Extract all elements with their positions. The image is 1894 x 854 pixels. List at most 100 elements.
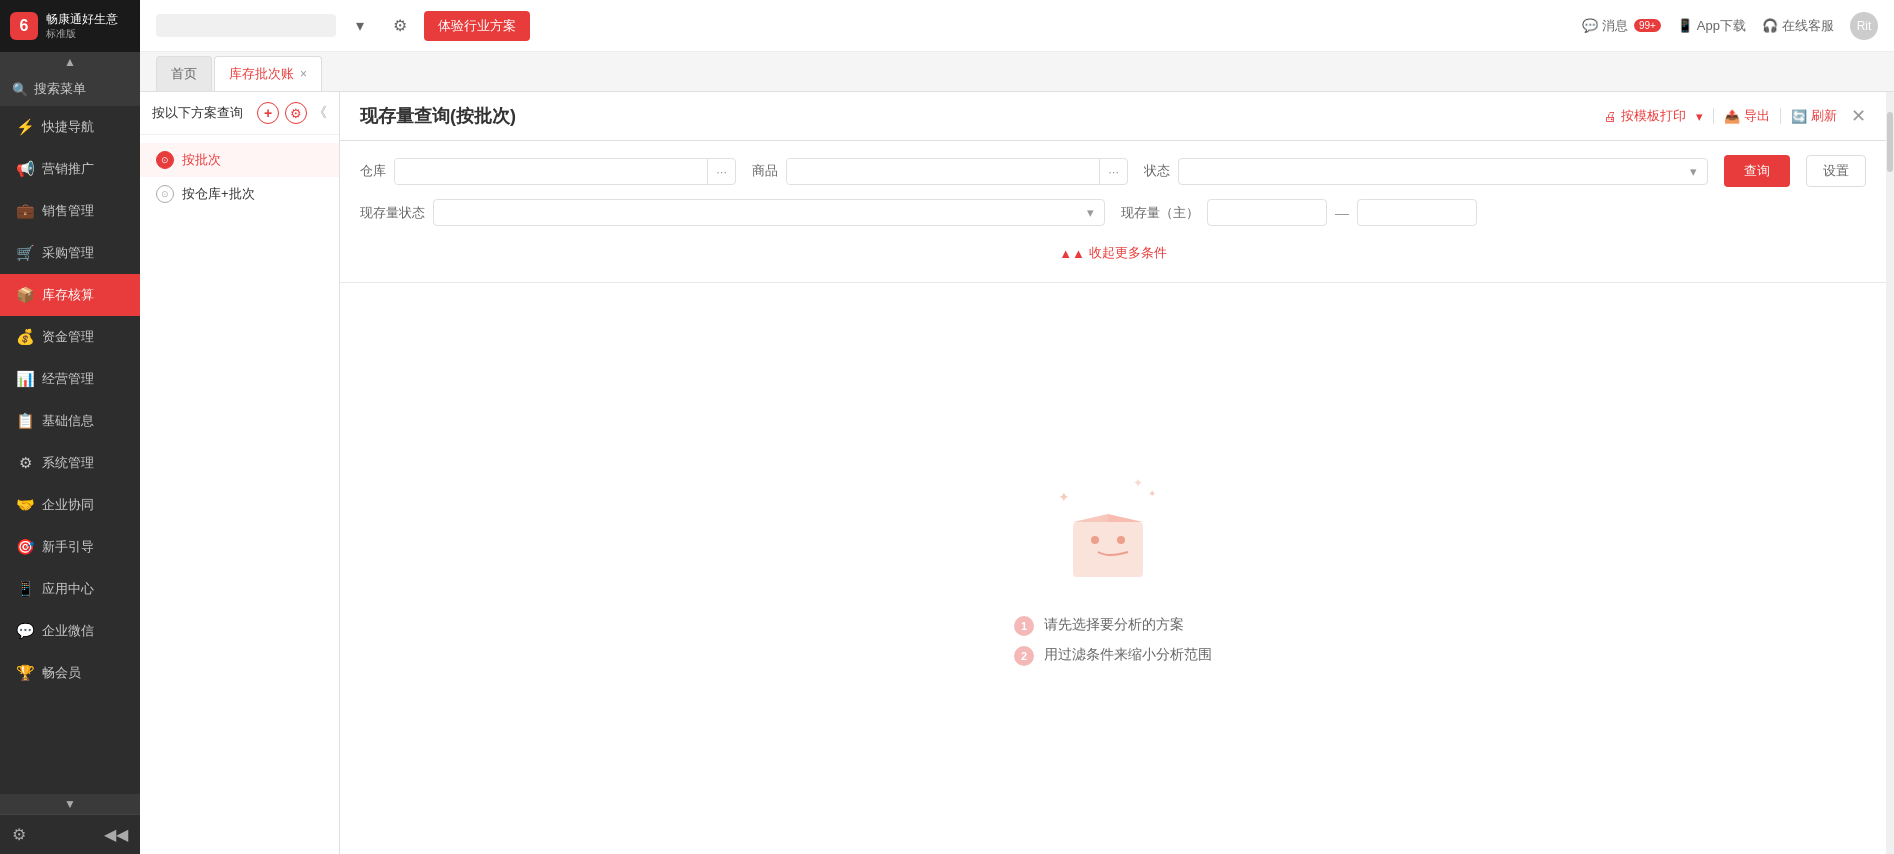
sidebar-item-quick-nav[interactable]: ⚡ 快捷导航 xyxy=(0,106,140,148)
sidebar-search[interactable]: 🔍 搜索菜单 xyxy=(0,72,140,106)
sidebar-scroll-up[interactable]: ▲ xyxy=(0,52,140,72)
refresh-icon: 🔄 xyxy=(1791,109,1807,124)
member-icon: 🏆 xyxy=(16,664,34,682)
message-icon: 💬 xyxy=(1582,18,1598,33)
warehouse-input[interactable] xyxy=(395,159,707,184)
collapse-panel-button[interactable]: 《 xyxy=(313,104,327,122)
left-panel-title: 按以下方案查询 xyxy=(152,104,243,122)
message-badge: 99+ xyxy=(1634,19,1661,32)
breadcrumb-input[interactable] xyxy=(156,14,336,37)
settings-button[interactable]: 设置 xyxy=(1806,155,1866,187)
refresh-button[interactable]: 🔄 刷新 xyxy=(1791,107,1837,125)
gear-icon[interactable]: ⚙ xyxy=(384,10,416,42)
sidebar-item-enterprise[interactable]: 🤝 企业协同 xyxy=(0,484,140,526)
filter-row-1: 仓库 ··· 商品 ··· 状态 xyxy=(360,155,1866,187)
product-filter-group: 商品 ··· xyxy=(752,158,1128,185)
stock-qty-dash: — xyxy=(1335,205,1349,221)
tab-home[interactable]: 首页 xyxy=(156,56,212,91)
experience-button[interactable]: 体验行业方案 xyxy=(424,11,530,41)
sidebar-header: 6 畅康通好生意 标准版 xyxy=(0,0,140,52)
scheme-list: ⊙ 按批次 ⊙ 按仓库+批次 xyxy=(140,135,339,219)
divider-1 xyxy=(1713,108,1714,124)
top-header: ▾ ⚙ 体验行业方案 💬 消息 99+ 📱 App下载 🎧 在线客服 Rit xyxy=(140,0,1894,52)
close-page-button[interactable]: ✕ xyxy=(1851,105,1866,127)
app-title: 畅康通好生意 标准版 xyxy=(46,11,118,42)
print-dropdown-icon[interactable]: ▾ xyxy=(1696,109,1703,124)
sidebar: 6 畅康通好生意 标准版 ▲ 🔍 搜索菜单 ⚡ 快捷导航 📢 营销推广 💼 销售… xyxy=(0,0,140,854)
warehouse-input-wrapper: ··· xyxy=(394,158,736,185)
collapse-sidebar-icon[interactable]: ◀◀ xyxy=(104,825,128,844)
user-avatar: Rit xyxy=(1850,12,1878,40)
query-button[interactable]: 查询 xyxy=(1724,155,1790,187)
page-title: 现存量查询(按批次) xyxy=(360,104,516,128)
collapse-filter-button[interactable]: ▲▲ 收起更多条件 xyxy=(360,238,1866,268)
list-item-by-warehouse-batch[interactable]: ⊙ 按仓库+批次 xyxy=(140,177,339,211)
scheme-settings-button[interactable]: ⚙ xyxy=(285,102,307,124)
svg-marker-2 xyxy=(1108,514,1143,522)
sidebar-item-marketing[interactable]: 📢 营销推广 xyxy=(0,148,140,190)
svg-point-4 xyxy=(1117,536,1125,544)
guide-icon: 🎯 xyxy=(16,538,34,556)
filter-area: 仓库 ··· 商品 ··· 状态 xyxy=(340,141,1886,283)
user-profile[interactable]: Rit xyxy=(1850,12,1878,40)
sidebar-item-basic[interactable]: 📋 基础信息 xyxy=(0,400,140,442)
tab-close-icon[interactable]: × xyxy=(300,68,307,80)
download-icon: 📱 xyxy=(1677,18,1693,33)
sidebar-item-finance[interactable]: 💰 资金管理 xyxy=(0,316,140,358)
search-icon: 🔍 xyxy=(12,82,28,97)
batch-scheme-icon: ⊙ xyxy=(156,151,174,169)
product-input-wrapper: ··· xyxy=(786,158,1128,185)
tab-inventory-batch[interactable]: 库存批次账 × xyxy=(214,56,322,91)
online-service-action[interactable]: 🎧 在线客服 xyxy=(1762,17,1834,35)
step-2-num: 2 xyxy=(1014,646,1034,666)
svg-marker-1 xyxy=(1073,514,1108,522)
status-filter-group: 状态 ▾ xyxy=(1144,158,1708,185)
app-download-action[interactable]: 📱 App下载 xyxy=(1677,17,1746,35)
stock-qty-from-input[interactable] xyxy=(1207,199,1327,226)
product-more-btn[interactable]: ··· xyxy=(1099,159,1127,184)
export-icon: 📤 xyxy=(1724,109,1740,124)
stock-qty-to-input[interactable] xyxy=(1357,199,1477,226)
svg-rect-0 xyxy=(1073,522,1143,577)
basic-icon: 📋 xyxy=(16,412,34,430)
wechat-icon: 💬 xyxy=(16,622,34,640)
sidebar-item-wechat[interactable]: 💬 企业微信 xyxy=(0,610,140,652)
status-dropdown-icon: ▾ xyxy=(1690,164,1697,179)
warehouse-filter-group: 仓库 ··· xyxy=(360,158,736,185)
sidebar-item-sales[interactable]: 💼 销售管理 xyxy=(0,190,140,232)
message-action[interactable]: 💬 消息 99+ xyxy=(1582,17,1661,35)
marketing-icon: 📢 xyxy=(16,160,34,178)
product-input[interactable] xyxy=(787,159,1099,184)
stock-status-select[interactable]: ▾ xyxy=(433,199,1105,226)
status-select[interactable]: ▾ xyxy=(1178,158,1708,185)
sidebar-item-inventory[interactable]: 📦 库存核算 xyxy=(0,274,140,316)
stock-qty-label: 现存量（主） xyxy=(1121,204,1199,222)
print-button[interactable]: 🖨 按模板打印 xyxy=(1604,107,1686,125)
empty-steps: 1 请先选择要分析的方案 2 用过滤条件来缩小分析范围 xyxy=(1014,616,1212,666)
service-icon: 🎧 xyxy=(1762,18,1778,33)
page-actions: 🖨 按模板打印 ▾ 📤 导出 🔄 刷新 ✕ xyxy=(1604,105,1866,127)
inventory-icon: 📦 xyxy=(16,286,34,304)
stock-status-dropdown-icon: ▾ xyxy=(1087,205,1094,220)
sidebar-scroll-down[interactable]: ▼ xyxy=(0,794,140,814)
list-item-by-batch[interactable]: ⊙ 按批次 xyxy=(140,143,339,177)
right-scrollbar[interactable] xyxy=(1886,92,1894,854)
sidebar-item-apps[interactable]: 📱 应用中心 xyxy=(0,568,140,610)
left-panel-header: 按以下方案查询 + ⚙ 《 xyxy=(140,92,339,135)
app-logo: 6 xyxy=(10,12,38,40)
sidebar-item-member[interactable]: 🏆 畅会员 xyxy=(0,652,140,694)
warehouse-more-btn[interactable]: ··· xyxy=(707,159,735,184)
dropdown-icon[interactable]: ▾ xyxy=(344,10,376,42)
add-scheme-button[interactable]: + xyxy=(257,102,279,124)
sidebar-bottom: ⚙ ◀◀ xyxy=(0,814,140,854)
header-left: ▾ ⚙ 体验行业方案 xyxy=(156,10,530,42)
sidebar-item-system[interactable]: ⚙ 系统管理 xyxy=(0,442,140,484)
sidebar-item-operation[interactable]: 📊 经营管理 xyxy=(0,358,140,400)
sidebar-item-purchase[interactable]: 🛒 采购管理 xyxy=(0,232,140,274)
svg-point-3 xyxy=(1091,536,1099,544)
system-icon: ⚙ xyxy=(16,454,34,472)
settings-icon[interactable]: ⚙ xyxy=(12,825,26,844)
export-button[interactable]: 📤 导出 xyxy=(1724,107,1770,125)
stock-qty-filter-group: 现存量（主） — xyxy=(1121,199,1866,226)
sidebar-item-guide[interactable]: 🎯 新手引导 xyxy=(0,526,140,568)
